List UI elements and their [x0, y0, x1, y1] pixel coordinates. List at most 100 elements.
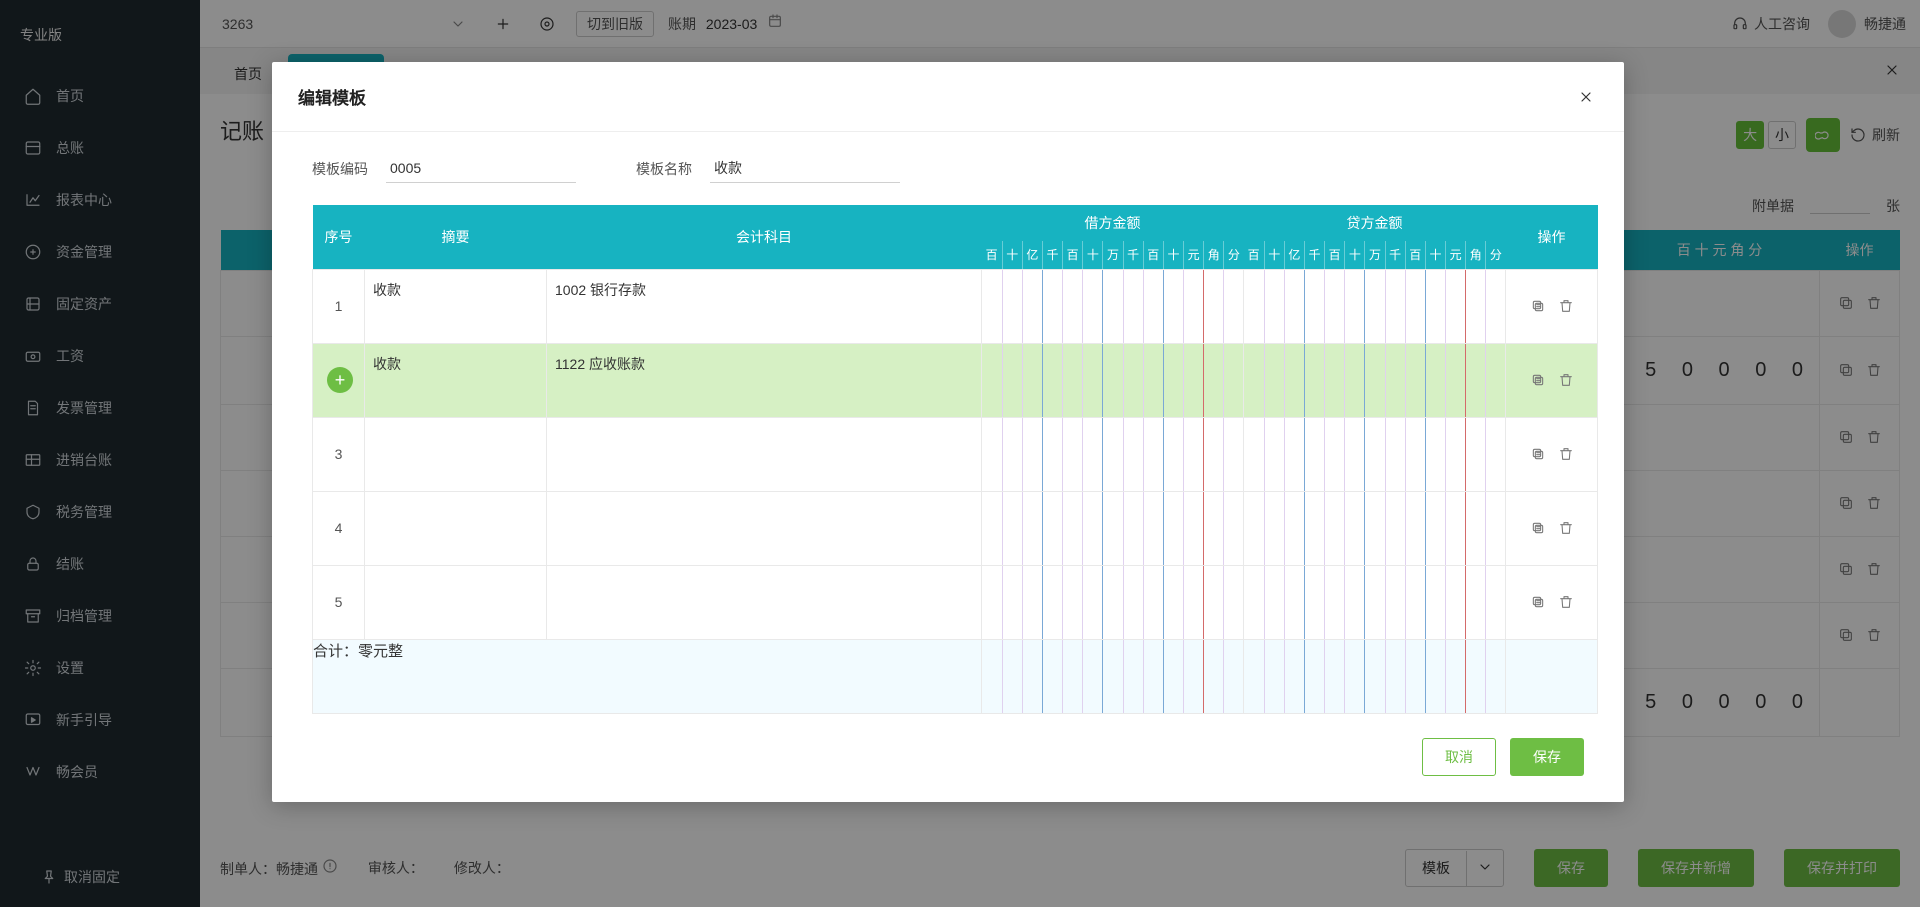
- cell-op: [1506, 269, 1598, 343]
- cell-op: [1506, 491, 1598, 565]
- copy-row-icon[interactable]: [1528, 370, 1548, 390]
- cell-op: [1506, 417, 1598, 491]
- digit-unit: 万: [1364, 241, 1384, 269]
- name-input[interactable]: [710, 154, 900, 183]
- total-debit: [982, 639, 1244, 713]
- th-credit: 贷方金额: [1244, 205, 1506, 241]
- digit-unit: 百: [1143, 241, 1163, 269]
- delete-row-icon[interactable]: [1556, 592, 1576, 612]
- digit-unit: 十: [1163, 241, 1183, 269]
- template-code-field: 模板编码: [312, 154, 576, 183]
- save-template-button[interactable]: 保存: [1510, 738, 1584, 776]
- cell-idx: 4: [313, 491, 365, 565]
- digit-unit: 千: [1304, 241, 1324, 269]
- total-row: 合计：零元整: [313, 639, 1598, 713]
- digit-unit: 百: [1324, 241, 1344, 269]
- template-table: 序号 摘要 会计科目 借方金额 贷方金额 操作 百十亿千百十万千百十元角分 百十…: [312, 205, 1598, 714]
- cell-idx: 3: [313, 417, 365, 491]
- cell-account[interactable]: [547, 565, 982, 639]
- digit-unit: 分: [1223, 241, 1243, 269]
- cell-account[interactable]: [547, 417, 982, 491]
- cell-op: [1506, 565, 1598, 639]
- table-row[interactable]: 5: [313, 565, 1598, 639]
- digit-unit: 十: [1264, 241, 1284, 269]
- delete-row-icon[interactable]: [1556, 370, 1576, 390]
- digit-unit: 百: [1244, 241, 1264, 269]
- cell-debit[interactable]: [982, 269, 1244, 343]
- modal-body: 模板编码 模板名称 序号 摘要 会计科目 借方金额 贷方金额 操作: [272, 132, 1624, 722]
- cell-idx: 5: [313, 565, 365, 639]
- digit-unit: 元: [1183, 241, 1203, 269]
- th-op: 操作: [1506, 205, 1598, 269]
- digit-unit: 亿: [1022, 241, 1042, 269]
- digit-unit: 分: [1485, 241, 1505, 269]
- digit-unit: 十: [1002, 241, 1022, 269]
- delete-row-icon[interactable]: [1556, 296, 1576, 316]
- digit-unit: 万: [1102, 241, 1122, 269]
- digit-unit: 十: [1425, 241, 1445, 269]
- digit-unit: 百: [1405, 241, 1425, 269]
- cell-account[interactable]: [547, 491, 982, 565]
- code-input[interactable]: [386, 154, 576, 183]
- table-row[interactable]: + 收款1122 应收账款: [313, 343, 1598, 417]
- digit-unit: 十: [1344, 241, 1364, 269]
- delete-row-icon[interactable]: [1556, 444, 1576, 464]
- total-credit: [1244, 639, 1506, 713]
- cell-summary[interactable]: [365, 417, 547, 491]
- modal-title: 编辑模板: [298, 84, 366, 109]
- code-label: 模板编码: [312, 159, 368, 179]
- template-name-field: 模板名称: [636, 154, 900, 183]
- cell-credit[interactable]: [1244, 417, 1506, 491]
- th-account: 会计科目: [547, 205, 982, 269]
- cancel-button[interactable]: 取消: [1422, 738, 1496, 776]
- digit-unit: 百: [982, 241, 1002, 269]
- digit-unit: 百: [1062, 241, 1082, 269]
- cell-summary[interactable]: [365, 491, 547, 565]
- copy-row-icon[interactable]: [1528, 296, 1548, 316]
- th-summary: 摘要: [365, 205, 547, 269]
- digit-unit: 十: [1082, 241, 1102, 269]
- cell-credit[interactable]: [1244, 269, 1506, 343]
- cell-credit[interactable]: [1244, 343, 1506, 417]
- cell-summary[interactable]: 收款: [365, 343, 547, 417]
- cell-debit[interactable]: [982, 565, 1244, 639]
- name-label: 模板名称: [636, 159, 692, 179]
- cell-debit[interactable]: [982, 343, 1244, 417]
- modal-header: 编辑模板: [272, 62, 1624, 132]
- digit-unit: 元: [1445, 241, 1465, 269]
- cell-account[interactable]: 1122 应收账款: [547, 343, 982, 417]
- delete-row-icon[interactable]: [1556, 518, 1576, 538]
- th-debit: 借方金额: [982, 205, 1244, 241]
- digit-unit: 千: [1123, 241, 1143, 269]
- copy-row-icon[interactable]: [1528, 592, 1548, 612]
- th-debit-units: 百十亿千百十万千百十元角分: [982, 241, 1244, 269]
- modal-close-button[interactable]: [1574, 85, 1598, 109]
- edit-template-modal: 编辑模板 模板编码 模板名称 序号 摘要 会计科目 借方金额: [272, 62, 1624, 802]
- th-credit-units: 百十亿千百十万千百十元角分: [1244, 241, 1506, 269]
- modal-footer: 取消 保存: [272, 722, 1624, 802]
- digit-unit: 千: [1385, 241, 1405, 269]
- cell-idx: 1: [313, 269, 365, 343]
- form-row: 模板编码 模板名称: [312, 154, 1584, 183]
- copy-row-icon[interactable]: [1528, 444, 1548, 464]
- cell-op: [1506, 343, 1598, 417]
- table-row[interactable]: 3: [313, 417, 1598, 491]
- cell-idx: +: [313, 343, 365, 417]
- table-row[interactable]: 1收款1002 银行存款: [313, 269, 1598, 343]
- cell-summary[interactable]: 收款: [365, 269, 547, 343]
- cell-debit[interactable]: [982, 417, 1244, 491]
- cell-credit[interactable]: [1244, 491, 1506, 565]
- copy-row-icon[interactable]: [1528, 518, 1548, 538]
- add-row-button[interactable]: +: [327, 367, 353, 393]
- cell-account[interactable]: 1002 银行存款: [547, 269, 982, 343]
- digit-unit: 亿: [1284, 241, 1304, 269]
- digit-unit: 角: [1465, 241, 1485, 269]
- digit-unit: 角: [1203, 241, 1223, 269]
- digit-unit: 千: [1042, 241, 1062, 269]
- total-label: 合计：零元整: [313, 639, 982, 713]
- table-row[interactable]: 4: [313, 491, 1598, 565]
- cell-credit[interactable]: [1244, 565, 1506, 639]
- th-idx: 序号: [313, 205, 365, 269]
- cell-summary[interactable]: [365, 565, 547, 639]
- cell-debit[interactable]: [982, 491, 1244, 565]
